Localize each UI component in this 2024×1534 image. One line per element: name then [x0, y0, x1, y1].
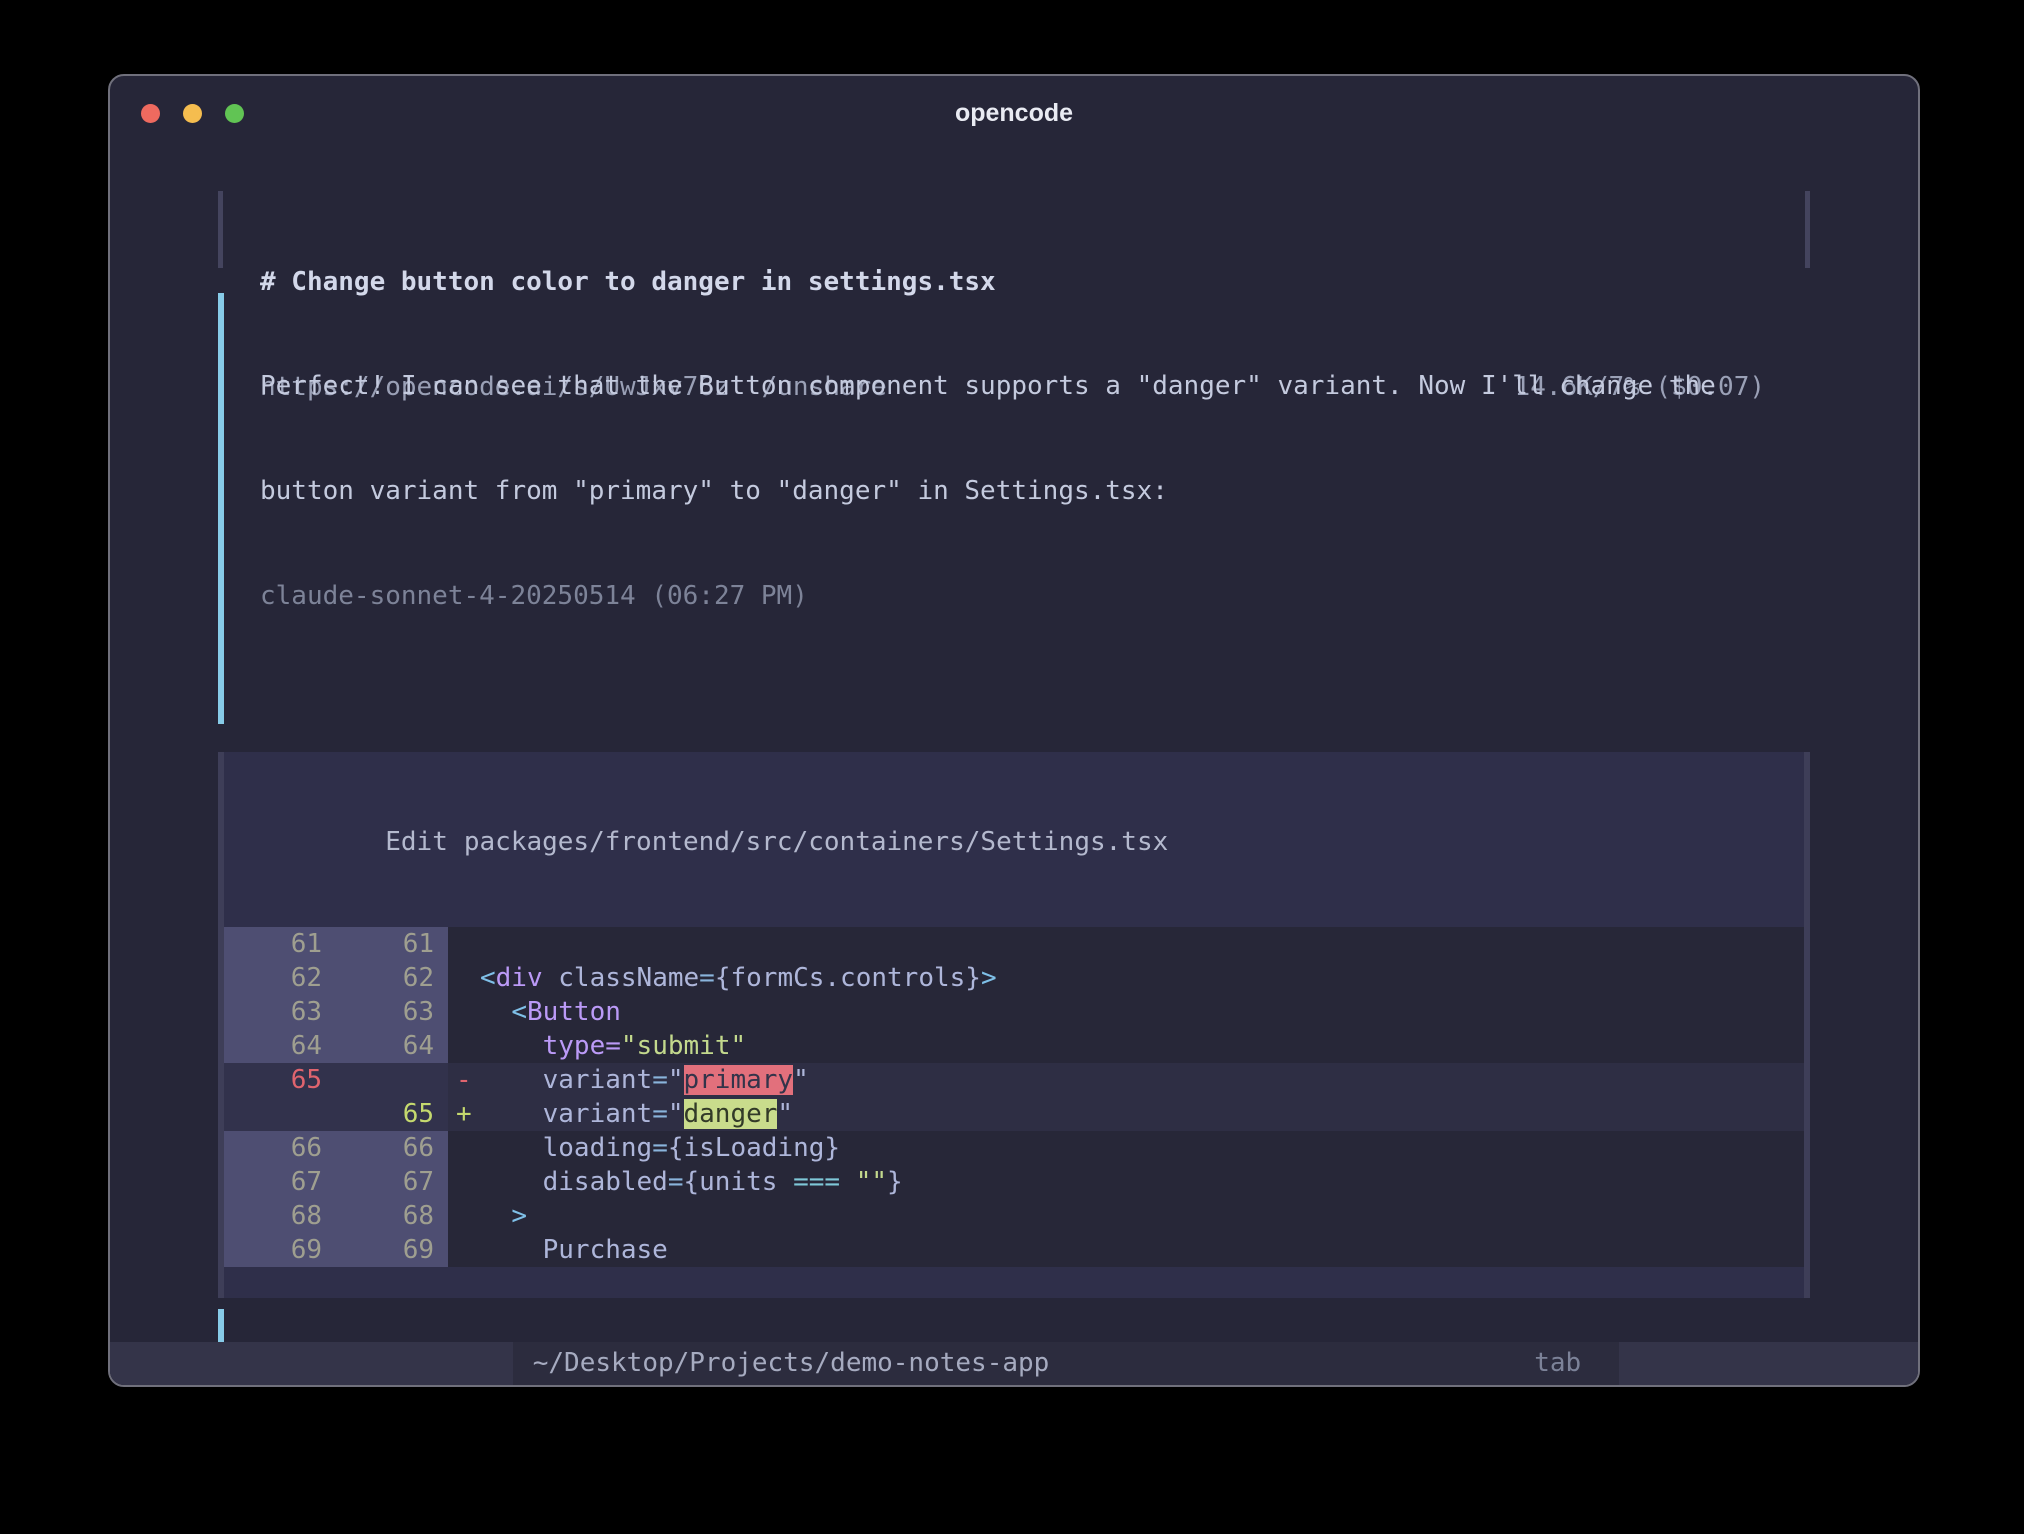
cwd-path: ~/Desktop/Projects/demo-notes-app	[533, 1342, 1050, 1385]
diff-change-marker: -	[448, 1063, 480, 1097]
diff-new-line-number: 69	[336, 1233, 448, 1267]
message-model-meta: claude-sonnet-4-20250514 (06:27 PM)	[260, 579, 1810, 614]
diff-change-marker	[448, 1131, 480, 1165]
diff-row: 6969 Purchase	[224, 1233, 1804, 1267]
diff-change-marker	[448, 1233, 480, 1267]
edit-file-path: packages/frontend/src/containers/Setting…	[464, 827, 1168, 857]
diff-row: 6666 loading={isLoading}	[224, 1131, 1804, 1165]
app-version-badge: opencodev0.3.11	[110, 1342, 513, 1385]
diff-old-line-number: 67	[224, 1165, 336, 1199]
page: { "window": { "title": "opencode" }, "he…	[0, 0, 2024, 1534]
statusbar-spacer	[1049, 1342, 1534, 1385]
diff-old-line-number: 62	[224, 961, 336, 995]
diff-change-marker	[448, 995, 480, 1029]
app-window: opencode # Change button color to danger…	[108, 74, 1920, 1387]
diff-new-line-number: 64	[336, 1029, 448, 1063]
diff-code-line: <Button	[480, 995, 1804, 1029]
diff-change-marker	[448, 1199, 480, 1233]
diff-table: 61616262 <div className={formCs.controls}…	[224, 927, 1804, 1267]
diff-old-line-number	[224, 1097, 336, 1131]
diff-new-line-number: 63	[336, 995, 448, 1029]
diff-code-line: loading={isLoading}	[480, 1131, 1804, 1165]
diff-row: 65 - variant="primary"	[224, 1063, 1804, 1097]
diff-code-line: Purchase	[480, 1233, 1804, 1267]
diff-row: 6464 type="submit"	[224, 1029, 1804, 1063]
diff-new-line-number: 68	[336, 1199, 448, 1233]
diff-old-line-number: 68	[224, 1199, 336, 1233]
diff-code-line: variant="primary"	[480, 1063, 1804, 1097]
diff-change-marker	[448, 1029, 480, 1063]
message-line: button variant from "primary" to "danger…	[260, 474, 1810, 509]
diff-new-line-number: 67	[336, 1165, 448, 1199]
diff-code-line: >	[480, 1199, 1804, 1233]
diff-code-line	[480, 927, 1804, 961]
diff-old-line-number: 63	[224, 995, 336, 1029]
session-header: # Change button color to danger in setti…	[218, 191, 1810, 268]
diff-old-line-number: 64	[224, 1029, 336, 1063]
window-title: opencode	[110, 76, 1918, 150]
diff-old-line-number: 66	[224, 1131, 336, 1165]
message-line: Perfect! I can see that the Button compo…	[260, 369, 1810, 404]
mode-badge: BUILDMODE	[1619, 1342, 1918, 1385]
diff-old-line-number: 61	[224, 927, 336, 961]
diff-row: 65+ variant="danger"	[224, 1097, 1804, 1131]
assistant-message: Perfect! I can see that the Button compo…	[218, 293, 1810, 724]
diff-change-marker	[448, 961, 480, 995]
diff-row: 6262 <div className={formCs.controls}>	[224, 961, 1804, 995]
session-content: # Change button color to danger in setti…	[110, 191, 1918, 1387]
diff-old-line-number: 65	[224, 1063, 336, 1097]
edit-tool-title: Edit packages/frontend/src/containers/Set…	[224, 790, 1804, 895]
title-bar: opencode	[110, 76, 1918, 150]
diff-old-line-number: 69	[224, 1233, 336, 1267]
edit-tool-label: Edit	[385, 827, 448, 857]
diff-code-line: disabled={units === ""}	[480, 1165, 1804, 1199]
diff-row: 6161	[224, 927, 1804, 961]
diff-new-line-number: 65	[336, 1097, 448, 1131]
diff-new-line-number: 61	[336, 927, 448, 961]
diff-code-line: type="submit"	[480, 1029, 1804, 1063]
diff-new-line-number: 66	[336, 1131, 448, 1165]
diff-new-line-number	[336, 1063, 448, 1097]
edit-tool-block: Edit packages/frontend/src/containers/Set…	[218, 752, 1810, 1298]
status-bar: opencodev0.3.11 ~/Desktop/Projects/demo-…	[110, 1342, 1918, 1385]
diff-code-line: <div className={formCs.controls}>	[480, 961, 1804, 995]
diff-change-marker: +	[448, 1097, 480, 1131]
diff-row: 6767 disabled={units === ""}	[224, 1165, 1804, 1199]
diff-row: 6363 <Button	[224, 995, 1804, 1029]
diff-row: 6868 >	[224, 1199, 1804, 1233]
diff-code-line: variant="danger"	[480, 1097, 1804, 1131]
diff-change-marker	[448, 1165, 480, 1199]
diff-new-line-number: 62	[336, 961, 448, 995]
tab-key-hint: tab	[1534, 1342, 1581, 1385]
diff-change-marker	[448, 927, 480, 961]
